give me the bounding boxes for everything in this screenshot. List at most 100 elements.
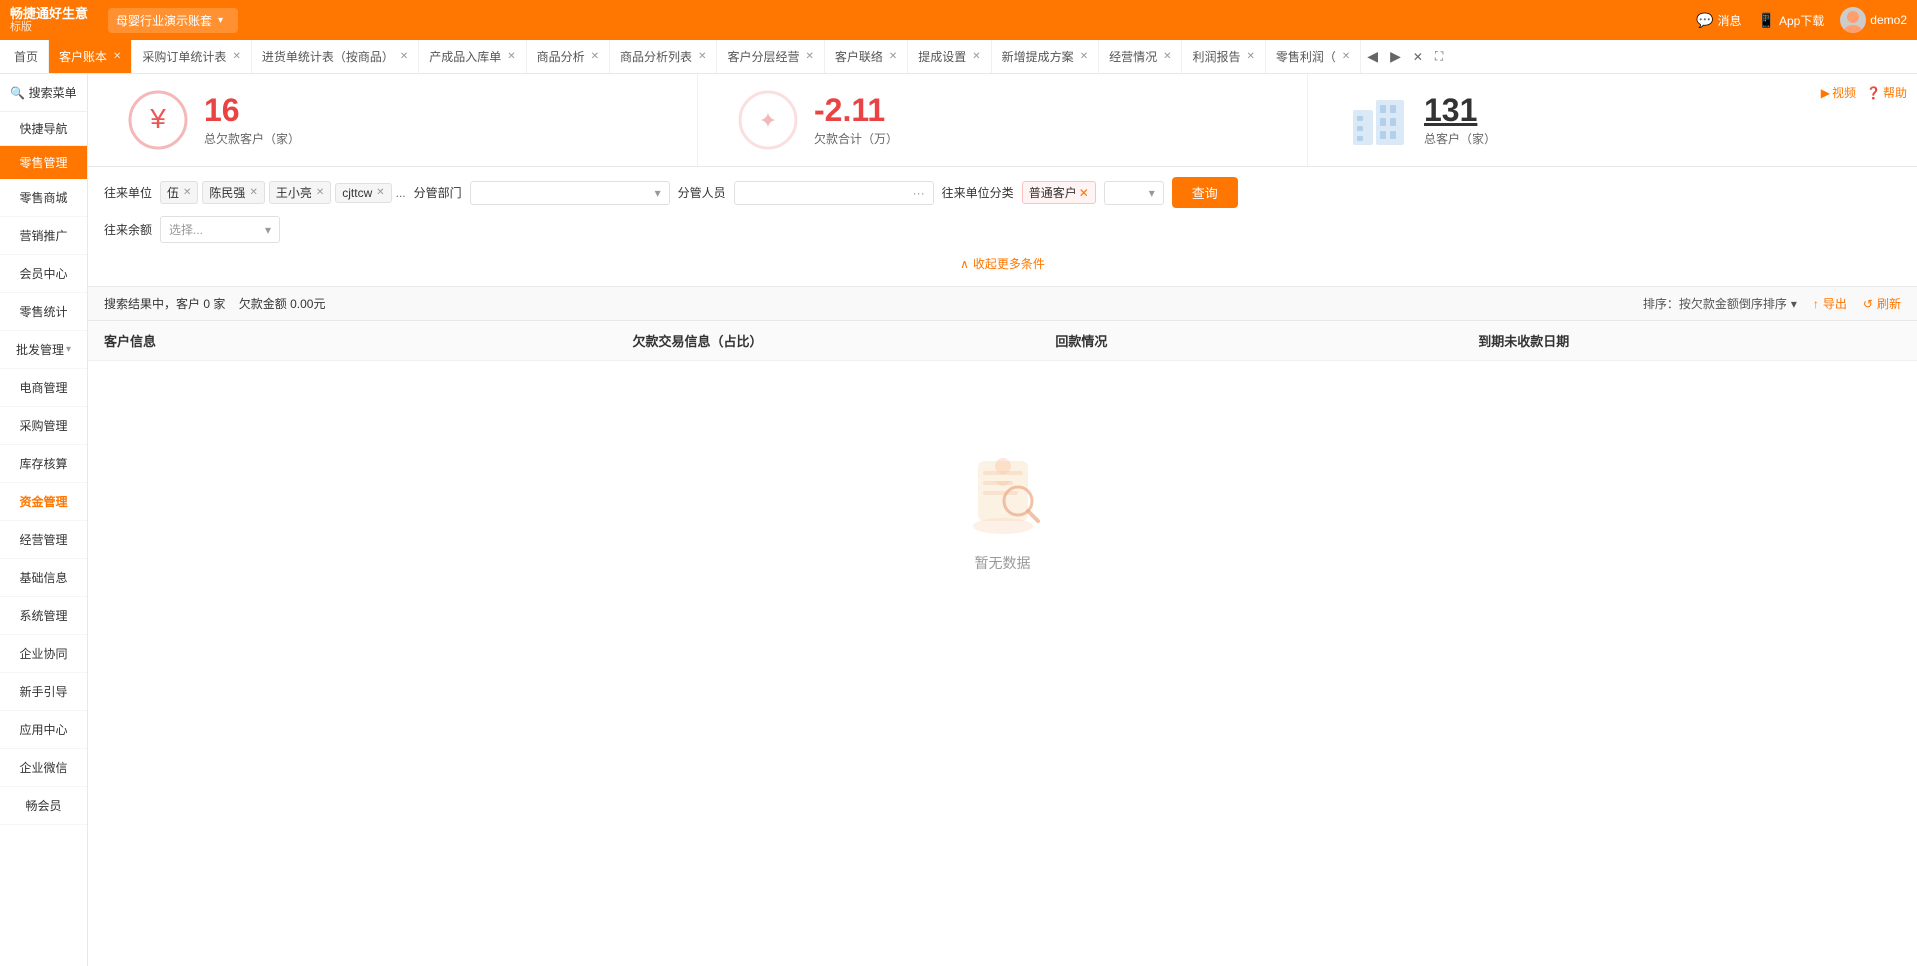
- sort-label: 排序：按欠款金额倒序排序: [1643, 295, 1787, 312]
- tab-retail-profit-label: 零售利润（: [1276, 48, 1336, 65]
- tab-goods-analysis-list[interactable]: 商品分析列表 ✕: [610, 40, 717, 74]
- unit-tag-wu[interactable]: 伍 ✕: [160, 181, 198, 204]
- unit-type-tag-close[interactable]: ✕: [1079, 186, 1089, 200]
- filter-bar: 往来单位 伍 ✕ 陈民强 ✕ 王小亮 ✕ cjttcw: [88, 167, 1917, 287]
- unit-tag-cj[interactable]: cjttcw ✕: [335, 183, 391, 203]
- sidebar-item-marketing[interactable]: 营销推广: [0, 217, 87, 255]
- unit-filter-label: 往来单位: [104, 184, 152, 201]
- unit-tag-wu-close[interactable]: ✕: [183, 187, 191, 198]
- sidebar-item-collab[interactable]: 企业协同: [0, 635, 87, 673]
- unit-tag-more[interactable]: ...: [396, 186, 406, 200]
- svg-text:¥: ¥: [149, 103, 166, 134]
- tab-purchase-order-close[interactable]: ✕: [232, 51, 240, 62]
- sidebar-item-inventory[interactable]: 库存核算: [0, 445, 87, 483]
- result-actions: 排序：按欠款金额倒序排序 ▾ ↑ 导出 ↺ 刷新: [1643, 295, 1901, 312]
- sidebar-item-enterprise-wechat[interactable]: 企业微信: [0, 749, 87, 787]
- workspace-selector[interactable]: 母婴行业演示账套 ▾: [108, 8, 238, 33]
- dept-select[interactable]: ▾: [470, 181, 670, 205]
- person-select[interactable]: ···: [734, 181, 934, 205]
- tab-stock-in[interactable]: 进货单统计表（按商品） ✕: [252, 40, 419, 74]
- tab-purchase-order-label: 采购订单统计表: [142, 48, 226, 65]
- tab-prev-btn[interactable]: ◀: [1361, 48, 1384, 65]
- message-btn[interactable]: 💬 消息: [1696, 12, 1741, 29]
- tab-customer-contact-close[interactable]: ✕: [889, 51, 897, 62]
- refresh-btn[interactable]: ↺ 刷新: [1863, 295, 1901, 312]
- person-select-more[interactable]: ···: [913, 186, 925, 200]
- help-btn[interactable]: ❓ 帮助: [1866, 84, 1907, 101]
- tab-retail-profit[interactable]: 零售利润（ ✕: [1266, 40, 1361, 74]
- collapse-label: 收起更多条件: [973, 255, 1045, 272]
- sidebar-item-vip-label: 畅会员: [25, 799, 61, 813]
- top-bar-right: 💬 消息 📱 App下载 demo2: [1696, 7, 1907, 33]
- unit-tag-wang[interactable]: 王小亮 ✕: [269, 181, 331, 204]
- tab-promotion-settings[interactable]: 提成设置 ✕: [908, 40, 991, 74]
- chevron-down-icon: ▾: [66, 344, 71, 355]
- tab-stock-in-close[interactable]: ✕: [400, 51, 408, 62]
- unit-type-tag[interactable]: 普通客户 ✕: [1022, 181, 1096, 204]
- sidebar-item-new-guide[interactable]: 新手引导: [0, 673, 87, 711]
- tab-operations[interactable]: 经营情况 ✕: [1099, 40, 1182, 74]
- tab-customer-book-close[interactable]: ✕: [113, 51, 121, 62]
- unit-type-select[interactable]: ▾: [1104, 181, 1164, 205]
- collapse-btn[interactable]: ∧ 收起更多条件: [960, 251, 1045, 276]
- tab-customer-book[interactable]: 客户账本 ✕: [49, 40, 132, 74]
- tab-goods-analysis[interactable]: 商品分析 ✕: [527, 40, 610, 74]
- sidebar-item-purchase[interactable]: 采购管理: [0, 407, 87, 445]
- tab-customer-contact[interactable]: 客户联络 ✕: [825, 40, 908, 74]
- sidebar-search[interactable]: 🔍 搜索菜单: [0, 74, 87, 112]
- query-button[interactable]: 查询: [1172, 177, 1238, 208]
- tab-add-promotion[interactable]: 新增提成方案 ✕: [992, 40, 1099, 74]
- top-bar: 畅捷通好生意 标版 母婴行业演示账套 ▾ 💬 消息 📱 App下载 demo2: [0, 0, 1917, 40]
- sidebar-item-operations[interactable]: 经营管理: [0, 521, 87, 559]
- video-btn[interactable]: ▶ 视频: [1821, 84, 1856, 101]
- sidebar-item-finance[interactable]: 资金管理: [0, 483, 87, 521]
- tab-produce-stock-label: 产成品入库单: [429, 48, 501, 65]
- sidebar-item-retail-stats[interactable]: 零售统计: [0, 293, 87, 331]
- tab-produce-stock-close[interactable]: ✕: [507, 51, 515, 62]
- unit-tag-wang-close[interactable]: ✕: [316, 187, 324, 198]
- tab-profit-report[interactable]: 利润报告 ✕: [1182, 40, 1265, 74]
- unit-tag-cj-close[interactable]: ✕: [376, 187, 384, 198]
- tab-customer-segment-close[interactable]: ✕: [805, 51, 813, 62]
- sidebar-item-vip[interactable]: 畅会员: [0, 787, 87, 825]
- tab-goods-analysis-list-close[interactable]: ✕: [698, 51, 706, 62]
- export-btn[interactable]: ↑ 导出: [1813, 295, 1847, 312]
- sidebar-item-inventory-label: 库存核算: [19, 457, 67, 471]
- user-profile-btn[interactable]: demo2: [1840, 7, 1907, 33]
- tab-home[interactable]: 首页: [4, 40, 49, 74]
- message-label: 消息: [1717, 12, 1741, 29]
- tab-purchase-order[interactable]: 采购订单统计表 ✕: [132, 40, 251, 74]
- tab-profit-report-close[interactable]: ✕: [1247, 51, 1255, 62]
- sidebar-item-retail-mall-label: 零售商城: [19, 191, 67, 205]
- sidebar-item-system[interactable]: 系统管理: [0, 597, 87, 635]
- collapse-btn-container: ∧ 收起更多条件: [104, 251, 1901, 276]
- sidebar-item-retail-mall[interactable]: 零售商城: [0, 179, 87, 217]
- tab-produce-stock[interactable]: 产成品入库单 ✕: [419, 40, 526, 74]
- stat-total-label: 总客户（家）: [1424, 130, 1496, 147]
- app-download-btn[interactable]: 📱 App下载: [1758, 12, 1825, 29]
- sidebar-quick-nav[interactable]: 快捷导航: [0, 112, 87, 146]
- tab-close-all-btn[interactable]: ✕: [1407, 50, 1429, 64]
- tab-promotion-settings-close[interactable]: ✕: [972, 51, 980, 62]
- tab-promotion-settings-label: 提成设置: [918, 48, 966, 65]
- unit-tag-chen[interactable]: 陈民强 ✕: [202, 181, 264, 204]
- stat-block-debt: ✦ -2.11 欠款合计（万）: [698, 74, 1308, 166]
- tab-fullscreen-btn[interactable]: ⛶: [1429, 49, 1449, 64]
- refresh-icon: ↺: [1863, 297, 1873, 311]
- tab-customer-segment[interactable]: 客户分层经营 ✕: [717, 40, 824, 74]
- tab-add-promotion-close[interactable]: ✕: [1080, 51, 1088, 62]
- tab-operations-close[interactable]: ✕: [1163, 51, 1171, 62]
- sidebar-item-app-center[interactable]: 应用中心: [0, 711, 87, 749]
- sidebar-retail-mgmt[interactable]: 零售管理: [0, 146, 87, 179]
- tab-goods-analysis-close[interactable]: ✕: [591, 51, 599, 62]
- sidebar-item-member[interactable]: 会员中心: [0, 255, 87, 293]
- tab-next-btn[interactable]: ▶: [1384, 48, 1407, 65]
- sidebar-item-ecommerce[interactable]: 电商管理: [0, 369, 87, 407]
- unit-tag-chen-close[interactable]: ✕: [249, 187, 257, 198]
- sidebar-item-wholesale[interactable]: 批发管理 ▾: [0, 331, 87, 369]
- sidebar-item-basic-info[interactable]: 基础信息: [0, 559, 87, 597]
- sort-btn[interactable]: 排序：按欠款金额倒序排序 ▾: [1643, 295, 1797, 312]
- tab-retail-profit-close[interactable]: ✕: [1342, 51, 1350, 62]
- surplus-select[interactable]: 选择... ▾: [160, 216, 280, 243]
- tab-stock-in-label: 进货单统计表（按商品）: [262, 48, 394, 65]
